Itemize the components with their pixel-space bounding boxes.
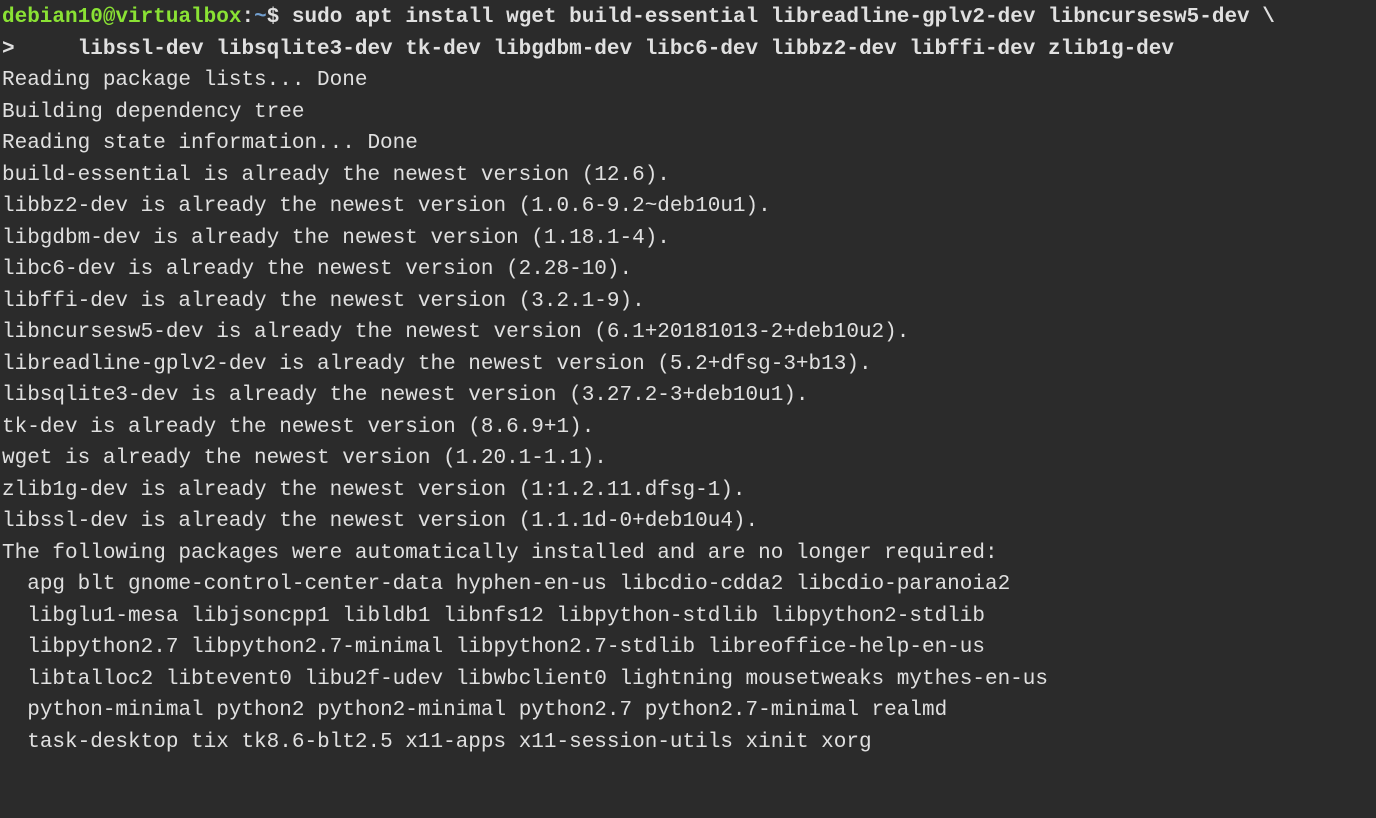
output-auto-pkgs-0: apg blt gnome-control-center-data hyphen… [2,573,1010,596]
output-pkg-2: libgdbm-dev is already the newest versio… [2,227,670,250]
output-auto-pkgs-4: python-minimal python2 python2-minimal p… [2,699,947,722]
output-pkg-10: zlib1g-dev is already the newest version… [2,479,746,502]
prompt-host: virtualbox [115,6,241,29]
command-line-2: > libssl-dev libsqlite3-dev tk-dev libgd… [2,38,1174,61]
prompt-dollar: $ [267,6,292,29]
prompt-path: ~ [254,6,267,29]
prompt-at: @ [103,6,116,29]
output-reading-state: Reading state information... Done [2,132,418,155]
output-pkg-11: libssl-dev is already the newest version… [2,510,758,533]
terminal-output[interactable]: debian10@virtualbox:~$ sudo apt install … [2,6,1275,754]
prompt-colon: : [241,6,254,29]
output-auto-installed: The following packages were automaticall… [2,542,998,565]
output-reading-lists: Reading package lists... Done [2,69,367,92]
output-auto-pkgs-1: libglu1-mesa libjsoncpp1 libldb1 libnfs1… [2,605,985,628]
output-auto-pkgs-5: task-desktop tix tk8.6-blt2.5 x11-apps x… [2,731,872,754]
output-pkg-7: libsqlite3-dev is already the newest ver… [2,384,809,407]
output-pkg-9: wget is already the newest version (1.20… [2,447,607,470]
output-building-tree: Building dependency tree [2,101,304,124]
output-auto-pkgs-3: libtalloc2 libtevent0 libu2f-udev libwbc… [2,668,1048,691]
output-auto-pkgs-2: libpython2.7 libpython2.7-minimal libpyt… [2,636,985,659]
output-pkg-3: libc6-dev is already the newest version … [2,258,632,281]
output-pkg-6: libreadline-gplv2-dev is already the new… [2,353,872,376]
output-pkg-0: build-essential is already the newest ve… [2,164,670,187]
output-pkg-4: libffi-dev is already the newest version… [2,290,645,313]
command-line-1: sudo apt install wget build-essential li… [292,6,1275,29]
output-pkg-5: libncursesw5-dev is already the newest v… [2,321,909,344]
output-pkg-1: libbz2-dev is already the newest version… [2,195,771,218]
output-pkg-8: tk-dev is already the newest version (8.… [2,416,594,439]
prompt-user: debian10 [2,6,103,29]
